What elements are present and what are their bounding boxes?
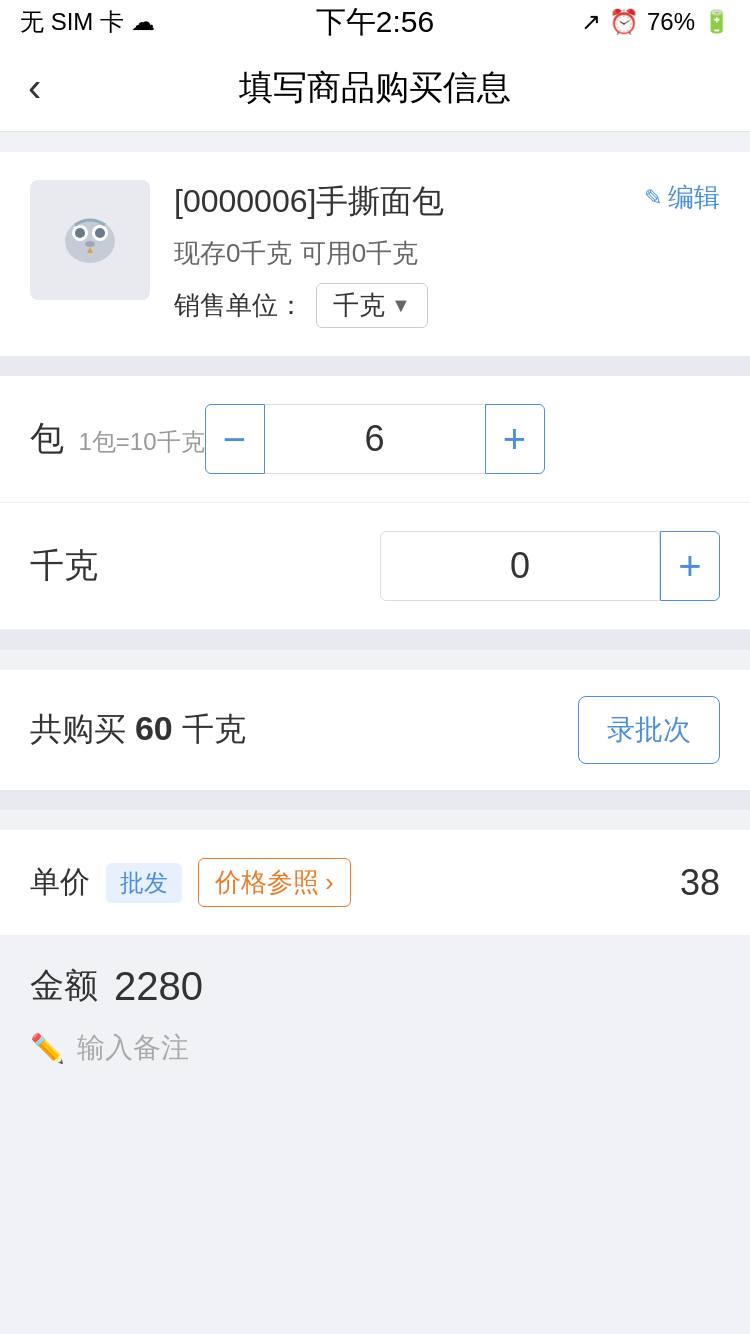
amount-label: 金额 — [30, 963, 98, 1009]
price-section: 单价 批发 价格参照 › 38 — [0, 830, 750, 935]
amount-row: 金额 2280 — [30, 963, 720, 1029]
edit-button[interactable]: ✎ 编辑 — [644, 180, 720, 215]
product-stock: 现存0千克 可用0千克 — [174, 236, 720, 271]
unit-dropdown[interactable]: 千克 ▼ — [316, 283, 428, 328]
bag-decrement-button[interactable]: − — [205, 404, 265, 474]
unit-value: 千克 — [333, 288, 385, 323]
summary-section: 共购买 60 千克 录批次 — [0, 670, 750, 790]
product-unit-row: 销售单位： 千克 ▼ — [174, 283, 720, 328]
kg-qty-input[interactable] — [380, 531, 660, 601]
bag-increment-button[interactable]: + — [485, 404, 545, 474]
bag-input-row: 包 1包=10千克 − + — [0, 376, 750, 503]
kg-input-row: 千克 + — [0, 503, 750, 630]
divider-2 — [0, 630, 750, 650]
battery-text: 76% — [647, 8, 695, 36]
price-value: 38 — [680, 862, 720, 904]
divider-1 — [0, 356, 750, 376]
edit-label: 编辑 — [668, 180, 720, 215]
empty-space — [0, 1087, 750, 1334]
price-tag: 批发 — [106, 863, 182, 903]
price-ref-button[interactable]: 价格参照 › — [198, 858, 351, 907]
kg-label: 千克 — [30, 543, 380, 589]
price-ref-arrow-icon: › — [325, 867, 334, 898]
amount-section: 金额 2280 ✏️ 输入备注 — [0, 935, 750, 1087]
bag-hint: 1包=10千克 — [78, 428, 204, 455]
pencil-icon: ✏️ — [30, 1032, 65, 1065]
alarm-icon: ⏰ — [609, 8, 639, 36]
bag-label: 包 — [30, 419, 64, 457]
status-time: 下午2:56 — [316, 2, 434, 43]
back-button[interactable]: ‹ — [28, 65, 41, 110]
price-label: 单价 — [30, 862, 90, 903]
page-title: 填写商品购买信息 — [239, 65, 511, 111]
summary-prefix: 共购买 — [30, 711, 126, 747]
svg-point-5 — [85, 241, 95, 247]
kg-qty-control: + — [380, 531, 720, 601]
dropdown-arrow-icon: ▼ — [391, 294, 411, 317]
product-logo — [55, 201, 125, 279]
summary-unit: 千克 — [182, 711, 246, 747]
bag-qty-control: − + — [205, 404, 545, 474]
remark-placeholder: 输入备注 — [77, 1029, 189, 1067]
edit-icon: ✎ — [644, 185, 662, 211]
location-icon: ↗ — [581, 8, 601, 36]
product-info: [0000006]手撕面包 现存0千克 可用0千克 销售单位： 千克 ▼ — [174, 180, 720, 328]
summary-text: 共购买 60 千克 — [30, 708, 578, 752]
nav-bar: ‹ 填写商品购买信息 — [0, 44, 750, 132]
signal-text: 无 SIM 卡 ☁ — [20, 6, 155, 38]
divider-3 — [0, 790, 750, 810]
bag-label-group: 包 1包=10千克 — [30, 416, 205, 462]
unit-label: 销售单位： — [174, 288, 304, 323]
status-bar: 无 SIM 卡 ☁ 下午2:56 ↗ ⏰ 76% 🔋 — [0, 0, 750, 44]
amount-value: 2280 — [114, 964, 203, 1009]
remark-row[interactable]: ✏️ 输入备注 — [30, 1029, 720, 1087]
input-section: 包 1包=10千克 − + 千克 + — [0, 376, 750, 630]
product-card: [0000006]手撕面包 现存0千克 可用0千克 销售单位： 千克 ▼ ✎ 编… — [0, 152, 750, 356]
summary-row: 共购买 60 千克 录批次 — [0, 670, 750, 790]
kg-increment-button[interactable]: + — [660, 531, 720, 601]
status-right: ↗ ⏰ 76% 🔋 — [581, 8, 730, 36]
status-left: 无 SIM 卡 ☁ — [20, 6, 155, 38]
product-name: [0000006]手撕面包 — [174, 180, 720, 224]
batch-button[interactable]: 录批次 — [578, 696, 720, 764]
battery-icon: 🔋 — [703, 9, 730, 35]
product-image — [30, 180, 150, 300]
summary-amount: 60 — [135, 709, 173, 747]
price-ref-label: 价格参照 — [215, 865, 319, 900]
svg-point-3 — [75, 228, 85, 238]
bag-qty-input[interactable] — [265, 404, 485, 474]
price-row: 单价 批发 价格参照 › 38 — [30, 858, 720, 907]
svg-point-4 — [95, 228, 105, 238]
